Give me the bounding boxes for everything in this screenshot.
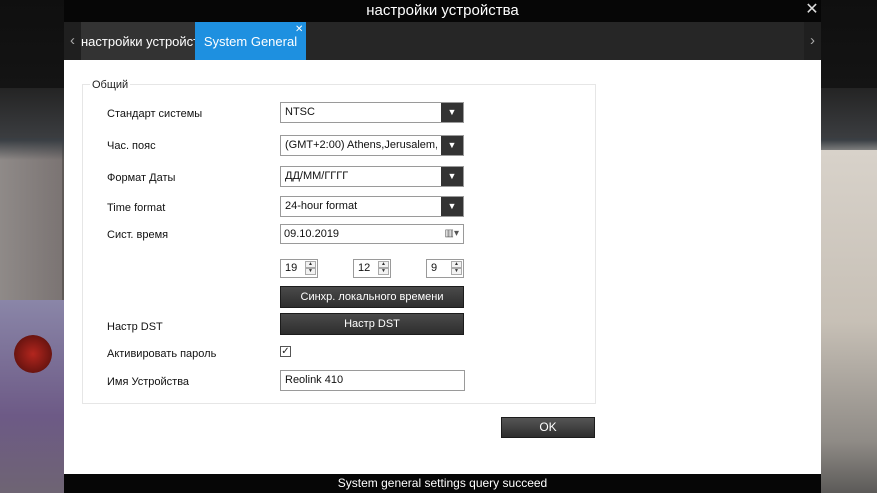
time-zone-label: Час. пояс [107, 140, 156, 152]
hour-value: 19 [285, 262, 298, 274]
camera-feed-red-object [14, 335, 52, 373]
ok-button[interactable]: OK [501, 417, 595, 438]
system-standard-value: NTSC [285, 106, 315, 118]
general-group-title: Общий [90, 79, 131, 91]
sync-local-time-button[interactable]: Синхр. локального времени [280, 286, 464, 308]
close-icon[interactable]: ✕ [802, 0, 822, 22]
dst-settings-button[interactable]: Настр DST [280, 313, 464, 335]
spin-up-icon[interactable]: ▲ [378, 261, 389, 268]
status-bar: System general settings query succeed [64, 474, 821, 493]
time-format-select[interactable]: 24-hour format ▼ [280, 196, 464, 217]
minute-spinner[interactable]: 12 ▲ ▼ [353, 259, 391, 278]
spin-down-icon[interactable]: ▼ [378, 268, 389, 275]
camera-feed-left-area [0, 300, 64, 493]
spin-down-icon[interactable]: ▼ [305, 268, 316, 275]
hour-spinner[interactable]: 19 ▲ ▼ [280, 259, 318, 278]
calendar-icon[interactable]: ▥▾ [445, 228, 459, 239]
device-name-value: Reolink 410 [285, 374, 344, 386]
dropdown-arrow-icon[interactable]: ▼ [441, 136, 463, 155]
enable-password-label: Активировать пароль [107, 348, 217, 360]
tab-next-icon[interactable]: › [804, 22, 821, 60]
date-format-value: ДД/ММ/ГГГГ [285, 170, 349, 182]
date-picker[interactable]: 09.10.2019 ▥▾ [280, 224, 464, 244]
tab-system-general[interactable]: System General [195, 22, 306, 60]
time-format-label: Time format [107, 202, 166, 214]
dropdown-arrow-icon[interactable]: ▼ [441, 197, 463, 216]
camera-feed-right-area [820, 150, 877, 493]
tab-device-settings[interactable]: настройки устройства [81, 22, 195, 60]
time-format-value: 24-hour format [285, 200, 358, 212]
spin-down-icon[interactable]: ▼ [451, 268, 462, 275]
dropdown-arrow-icon[interactable]: ▼ [441, 167, 463, 186]
spin-up-icon[interactable]: ▲ [305, 261, 316, 268]
dropdown-arrow-icon[interactable]: ▼ [441, 103, 463, 122]
device-name-input[interactable]: Reolink 410 [280, 370, 465, 391]
date-format-label: Формат Даты [107, 172, 176, 184]
time-zone-select[interactable]: (GMT+2:00) Athens,Jerusalem,I ▼ [280, 135, 464, 156]
second-value: 9 [431, 262, 438, 274]
tab-prev-icon[interactable]: ‹ [64, 22, 81, 60]
spin-up-icon[interactable]: ▲ [451, 261, 462, 268]
enable-password-checkbox[interactable]: ✓ [280, 346, 291, 357]
device-name-label: Имя Устройства [107, 376, 190, 388]
dst-label: Настр DST [107, 321, 163, 333]
date-value: 09.10.2019 [284, 228, 340, 240]
date-format-select[interactable]: ДД/ММ/ГГГГ ▼ [280, 166, 464, 187]
system-time-label: Сист. время [107, 229, 169, 241]
system-standard-label: Стандарт системы [107, 108, 203, 120]
minute-value: 12 [358, 262, 371, 274]
dialog-title: настройки устройства [366, 2, 519, 19]
second-spinner[interactable]: 9 ▲ ▼ [426, 259, 464, 278]
system-standard-select[interactable]: NTSC ▼ [280, 102, 464, 123]
tab-close-icon[interactable]: ✕ [295, 24, 303, 35]
time-zone-value: (GMT+2:00) Athens,Jerusalem,I [285, 139, 437, 151]
